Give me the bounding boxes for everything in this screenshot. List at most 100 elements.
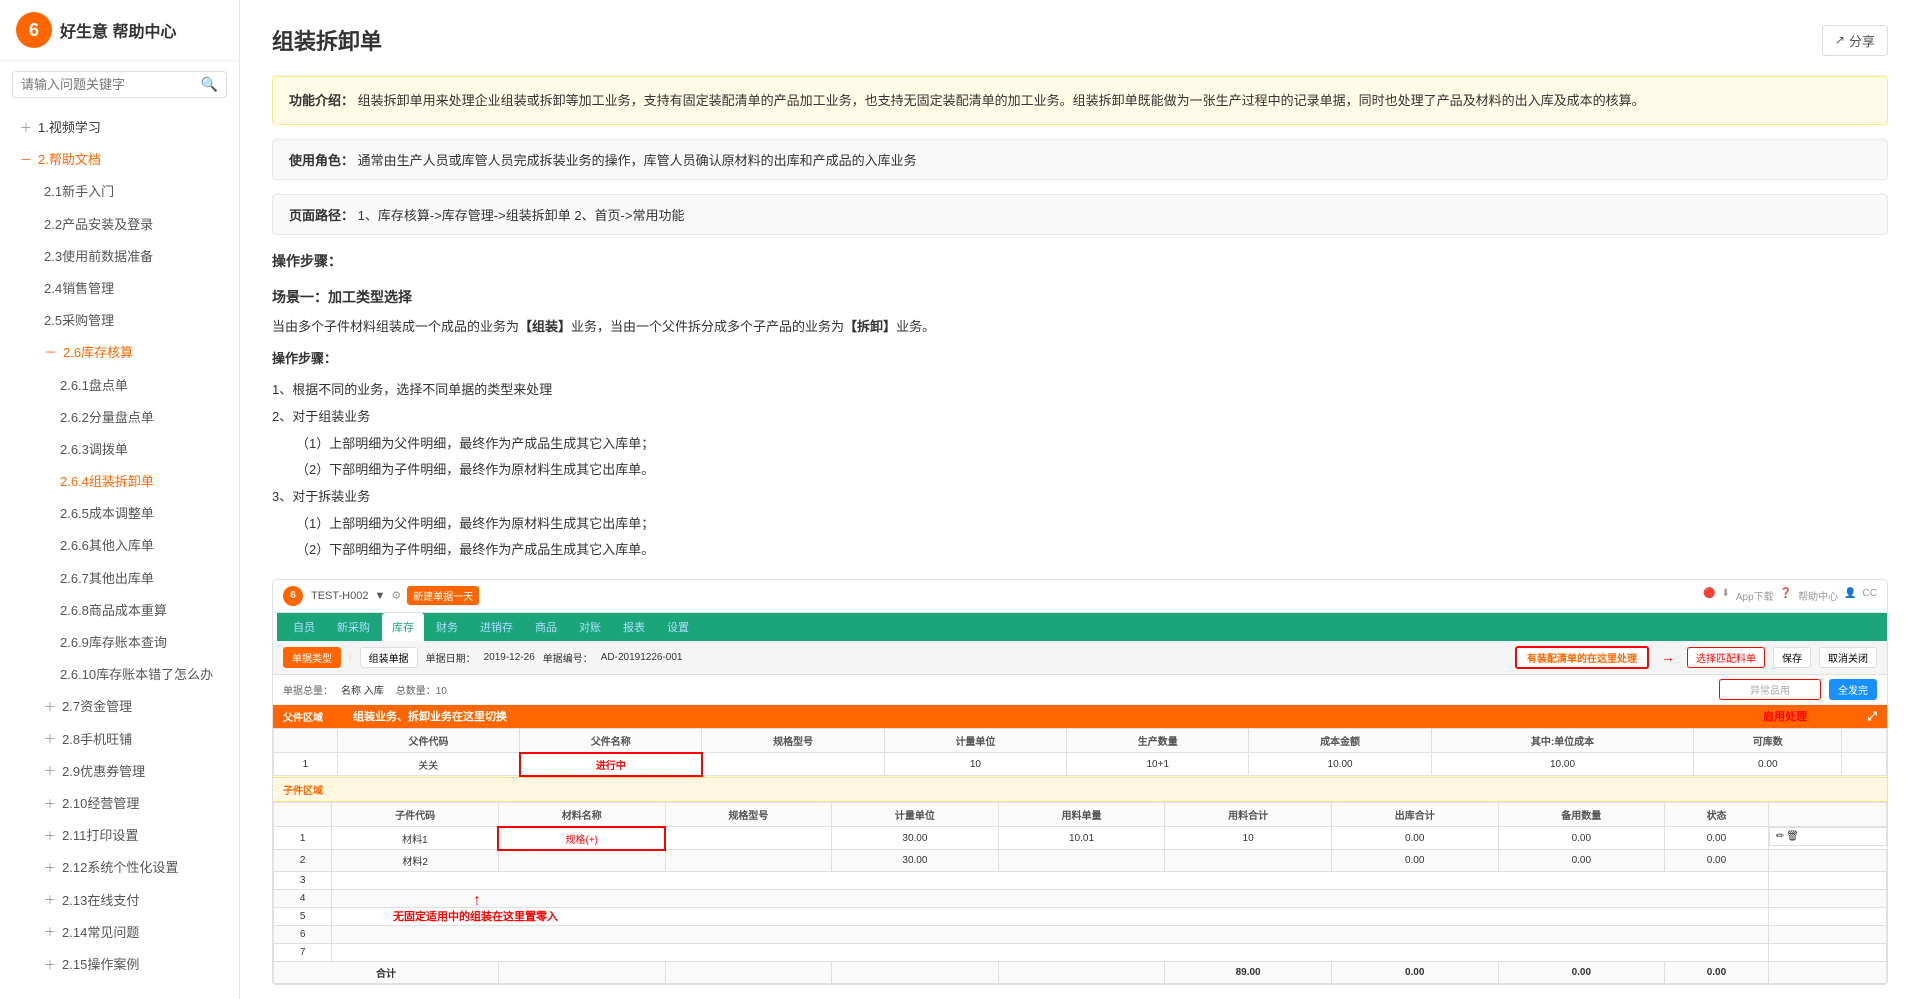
sidebar-item-mobile[interactable]: ＋ 2.8手机旺铺 bbox=[16, 724, 239, 756]
sidebar-item-install[interactable]: 2.2产品安装及登录 bbox=[16, 209, 239, 241]
expand-icon-faq: ＋ bbox=[44, 924, 56, 941]
mock-navbar: 自员 新采购 库存 财务 进销存 商品 对账 报表 设置 bbox=[273, 613, 1887, 641]
mock-child-row-6: 6 bbox=[274, 926, 1887, 944]
mock-settings-icon: ⚙ bbox=[391, 589, 401, 602]
mock-child-divider: 子件区域 bbox=[273, 777, 1887, 802]
path-block: 页面路径： 1、库存核算->库存管理->组装拆卸单 2、首页->常用功能 bbox=[272, 194, 1888, 235]
sidebar-item-print[interactable]: ＋ 2.11打印设置 bbox=[16, 820, 239, 852]
mock-child-row-4: 4 bbox=[274, 890, 1887, 908]
mock-save2-btn[interactable]: 保存 bbox=[1773, 647, 1811, 668]
mock-qty-value: 名称 入库 bbox=[341, 682, 384, 697]
sidebar-item-stockerror[interactable]: 2.6.10库存账本错了怎么办 bbox=[32, 659, 239, 691]
page-title-bar: 组装拆卸单 ↗ 分享 bbox=[272, 24, 1888, 56]
collapse-icon: － bbox=[20, 152, 32, 169]
sidebar-item-sysconfig[interactable]: ＋ 2.12系统个性化设置 bbox=[16, 852, 239, 884]
search-icon[interactable]: 🔍 bbox=[201, 76, 218, 93]
steps-list: 1、根据不同的业务，选择不同单据的类型来处理 2、对于组装业务 （1）上部明细为… bbox=[272, 378, 1888, 563]
mock-th-available: 可库数 bbox=[1694, 728, 1842, 753]
mock-th-actions bbox=[1842, 728, 1887, 753]
mock-help-icon: ❓ bbox=[1780, 588, 1792, 603]
sidebar-item-prepare[interactable]: 2.3使用前数据准备 bbox=[16, 241, 239, 273]
mock-td-cb: 1 bbox=[274, 753, 338, 776]
sidebar-item-stocksplit[interactable]: 2.6.2分量盘点单 bbox=[32, 402, 239, 434]
sidebar-item-otherinstock[interactable]: 2.6.6其他入库单 bbox=[32, 530, 239, 562]
sidebar-item-faq[interactable]: ＋ 2.14常见问题 bbox=[16, 917, 239, 949]
expand-icon-finance: ＋ bbox=[44, 699, 56, 716]
mock-th-parentname: 父件名称 bbox=[520, 728, 702, 753]
mock-child-th-no bbox=[274, 802, 332, 827]
sidebar-item-docs[interactable]: － 2.帮助文档 bbox=[0, 144, 239, 176]
mock-nav-inventory-active: 库存 bbox=[382, 613, 424, 641]
mock-assembly-switch-annotation: 组装业务、拆卸业务在这里切换 bbox=[353, 708, 507, 724]
mock-label-date: 单据日期： bbox=[426, 650, 476, 665]
mock-assembly-annotation: 有装配清单的在这里处理 bbox=[1515, 646, 1649, 669]
intro-title-label: 功能介绍： bbox=[289, 93, 354, 108]
mock-confirm-btn[interactable]: 全发完 bbox=[1829, 679, 1877, 700]
mock-match-btn[interactable]: 选择匹配料单 bbox=[1687, 647, 1765, 668]
mock-child-row-7: 7 bbox=[274, 944, 1887, 962]
mock-td-prodcost1: 10.00 bbox=[1249, 753, 1431, 776]
mock-td-parentcode: 关关 bbox=[337, 753, 519, 776]
mock-label-docno: 单据编号： bbox=[543, 650, 593, 665]
sidebar-item-stocktake[interactable]: 2.6.1盘点单 bbox=[32, 370, 239, 402]
mock-child-th-outqty: 出库合计 bbox=[1331, 802, 1498, 827]
mock-td-unitcost1: 10.00 bbox=[1431, 753, 1694, 776]
mock-child-tfoot: 合计 89.00 0.00 0.00 0.00 bbox=[274, 962, 1887, 984]
expand-icon-coupon: ＋ bbox=[44, 763, 56, 780]
sidebar-item-video[interactable]: ＋ 1.视频学习 bbox=[0, 112, 239, 144]
mock-arrow-right: → bbox=[1661, 649, 1675, 665]
sidebar-item-otheroutstock[interactable]: 2.6.7其他出库单 bbox=[32, 563, 239, 595]
share-button[interactable]: ↗ 分享 bbox=[1822, 25, 1888, 56]
sidebar-item-sales[interactable]: 2.4销售管理 bbox=[16, 273, 239, 305]
search-box[interactable]: 🔍 bbox=[12, 71, 227, 98]
search-input[interactable] bbox=[21, 77, 201, 92]
mock-save-btn[interactable]: 单据类型 bbox=[283, 647, 341, 668]
mock-nav-reconcile: 对账 bbox=[569, 613, 611, 641]
sidebar-item-assembly[interactable]: 2.6.4组装拆卸单 bbox=[32, 466, 239, 498]
intro-block: 功能介绍： 组装拆卸单用来处理企业组装或拆卸等加工业务，支持有固定装配清单的产品… bbox=[272, 76, 1888, 125]
mock-cancel-btn[interactable]: 取消关闭 bbox=[1819, 647, 1877, 668]
mock-th-prodcost: 成本金额 bbox=[1249, 728, 1431, 753]
scenario1-title: 场景一：加工类型选择 bbox=[272, 287, 1888, 307]
path-title-label: 页面路径： bbox=[289, 208, 354, 223]
screenshot-mock: 6 TEST-H002 ▼ ⚙ 新建单据一天 🔴 ⬇ App下载 ❓ 帮助中心 … bbox=[273, 580, 1887, 985]
mock-child-row-5: 5 bbox=[274, 908, 1887, 926]
sidebar-item-onlinepay[interactable]: ＋ 2.13在线支付 bbox=[16, 885, 239, 917]
step3-sub2: （2）下部明细为子件明细，最终作为产成品生成其它入库单。 bbox=[296, 538, 1888, 563]
sidebar-item-goodscost[interactable]: 2.6.8商品成本重算 bbox=[32, 595, 239, 627]
mock-qty-num: 总数量：10 bbox=[396, 682, 447, 697]
expand-icon-cases: ＋ bbox=[44, 957, 56, 974]
sidebar-item-stockcheck[interactable]: 2.6.9库存账本查询 bbox=[32, 627, 239, 659]
mock-child-table: 子件代码 材料名称 规格型号 计量单位 用料单量 用料合计 出库合计 备用数量 … bbox=[273, 802, 1887, 985]
mock-td-spec1 bbox=[702, 753, 884, 776]
sidebar-item-coupon[interactable]: ＋ 2.9优惠券管理 bbox=[16, 756, 239, 788]
main-content: 组装拆卸单 ↗ 分享 功能介绍： 组装拆卸单用来处理企业组装或拆卸等加工业务，支… bbox=[240, 0, 1920, 999]
sidebar-item-operation[interactable]: ＋ 2.10经营管理 bbox=[16, 788, 239, 820]
mock-logo: 6 bbox=[283, 586, 303, 606]
nav-tree: ＋ 1.视频学习 － 2.帮助文档 2.1新手入门 2.2产品安装及登录 2.3… bbox=[0, 108, 239, 985]
sidebar-item-cases[interactable]: ＋ 2.15操作案例 bbox=[16, 949, 239, 981]
mock-child-th-code: 子件代码 bbox=[332, 802, 499, 827]
mock-nav-finance: 财务 bbox=[426, 613, 468, 641]
sidebar-item-purchase[interactable]: 2.5采购管理 bbox=[16, 305, 239, 337]
mock-right-field: 异常品用 bbox=[1719, 679, 1821, 700]
mock-title-area: TEST-H002 ▼ ⚙ 新建单据一天 bbox=[311, 586, 1695, 605]
sidebar-item-inventory[interactable]: － 2.6库存核算 bbox=[16, 337, 239, 369]
mock-td-action1 bbox=[1842, 753, 1887, 776]
mock-type-btn[interactable]: 组装单据 bbox=[360, 647, 418, 668]
role-text: 通常由生产人员或库管人员完成拆装业务的操作，库管人员确认原材料的出库和产成品的入… bbox=[358, 153, 917, 168]
sidebar-item-costadj[interactable]: 2.6.5成本调整单 bbox=[32, 498, 239, 530]
sidebar-item-adjust[interactable]: 2.6.3调拨单 bbox=[32, 434, 239, 466]
scenario1-desc: 当由多个子件材料组装成一个成品的业务为【组装】业务，当由一个父件拆分成多个子产品… bbox=[272, 315, 1888, 338]
mock-subtoolbar-text: 父件区域 bbox=[283, 709, 323, 724]
step3-sub1: （1）上部明细为父件明细，最终作为原材料生成其它出库单； bbox=[296, 512, 1888, 537]
sidebar-item-finance[interactable]: ＋ 2.7资金管理 bbox=[16, 691, 239, 723]
step2-sub1: （1）上部明细为父件明细，最终作为产成品生成其它入库单； bbox=[296, 432, 1888, 457]
mock-test-id: TEST-H002 bbox=[311, 590, 368, 602]
mock-nav-home: 自员 bbox=[283, 613, 325, 641]
share-icon: ↗ bbox=[1835, 33, 1845, 47]
mock-download-icon: ⬇ bbox=[1721, 588, 1729, 603]
mock-child-row-2: 2 材料2 30.00 0.00 0.00 0.00 bbox=[274, 850, 1887, 872]
sidebar-item-newbie[interactable]: 2.1新手入门 bbox=[16, 176, 239, 208]
mock-nav-jxc: 进销存 bbox=[470, 613, 523, 641]
